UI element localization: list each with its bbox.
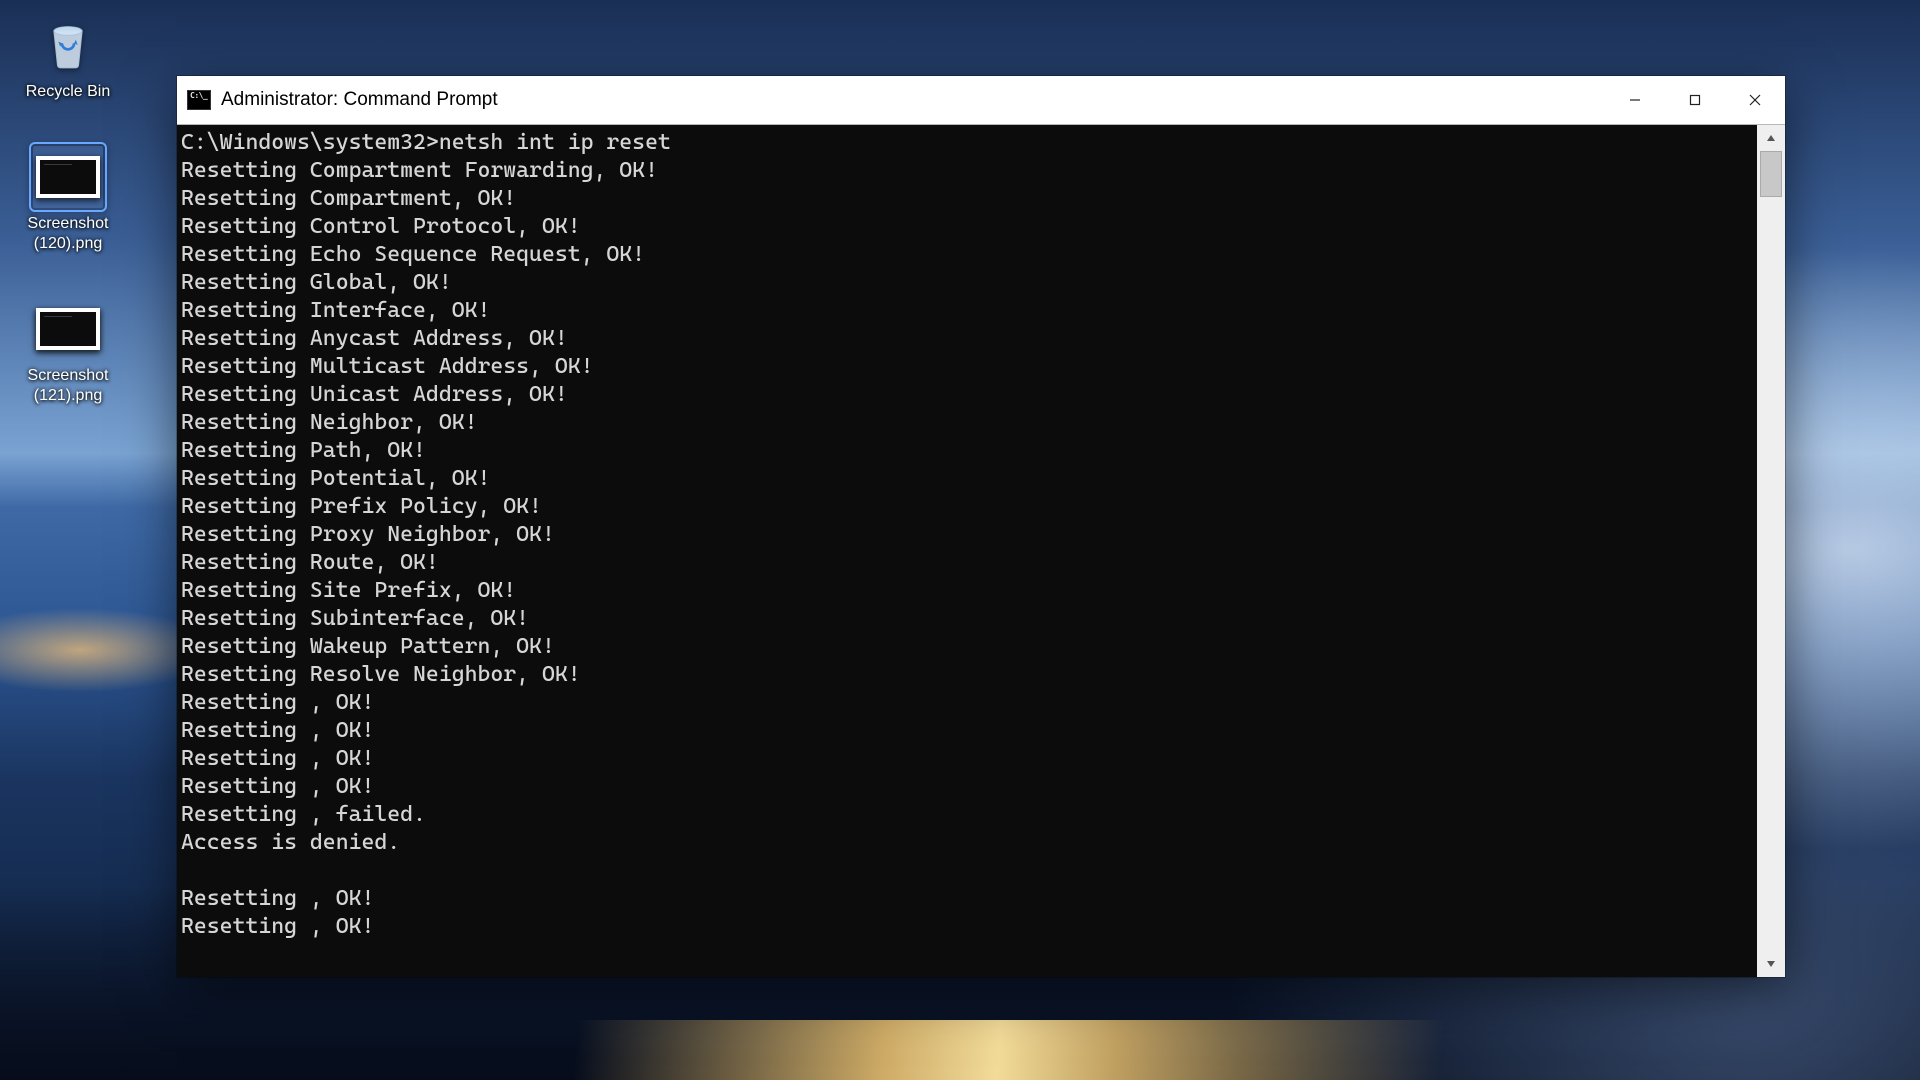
command-prompt-window[interactable]: Administrator: Command Prompt C:\Windows… (177, 76, 1785, 977)
window-title: Administrator: Command Prompt (221, 89, 1605, 111)
console-line: Resetting Multicast Address, OK! (177, 353, 1757, 381)
console-line: Resetting , OK! (177, 717, 1757, 745)
desktop-icon-label: Screenshot (121).png (14, 366, 122, 406)
scrollbar-track[interactable] (1757, 151, 1785, 951)
desktop-icon-screenshot-120[interactable]: Screenshot (120).png (14, 140, 122, 264)
console-line: Resetting Proxy Neighbor, OK! (177, 521, 1757, 549)
cmd-app-icon (187, 90, 211, 110)
console-line: Resetting Resolve Neighbor, OK! (177, 661, 1757, 689)
desktop-icons: Recycle Bin Screenshot (120).png Screens… (14, 8, 134, 444)
console-line: Resetting Path, OK! (177, 437, 1757, 465)
console-line (177, 857, 1757, 885)
console-line: Resetting Neighbor, OK! (177, 409, 1757, 437)
window-controls (1605, 76, 1785, 124)
image-file-icon (33, 146, 103, 208)
console-line: Resetting , OK! (177, 913, 1757, 941)
recycle-bin-icon (33, 14, 103, 76)
console-line: Resetting Compartment Forwarding, OK! (177, 157, 1757, 185)
titlebar[interactable]: Administrator: Command Prompt (177, 76, 1785, 124)
console-line: Resetting Control Protocol, OK! (177, 213, 1757, 241)
console-line: Resetting , OK! (177, 885, 1757, 913)
scroll-up-arrow-icon[interactable] (1757, 125, 1785, 151)
console-line: Resetting Unicast Address, OK! (177, 381, 1757, 409)
console-line: Resetting Site Prefix, OK! (177, 577, 1757, 605)
console-line: Resetting Prefix Policy, OK! (177, 493, 1757, 521)
console-area[interactable]: C:\Windows\system32>netsh int ip resetRe… (177, 124, 1785, 977)
close-button[interactable] (1725, 76, 1785, 124)
console-line: Access is denied. (177, 829, 1757, 857)
desktop-icon-label: Recycle Bin (14, 82, 122, 102)
scroll-down-arrow-icon[interactable] (1757, 951, 1785, 977)
console-line: Resetting , OK! (177, 773, 1757, 801)
scrollbar-thumb[interactable] (1760, 151, 1782, 197)
console-line: Resetting Anycast Address, OK! (177, 325, 1757, 353)
console-line: Resetting Potential, OK! (177, 465, 1757, 493)
console-line: Resetting Echo Sequence Request, OK! (177, 241, 1757, 269)
console-line: Resetting Subinterface, OK! (177, 605, 1757, 633)
console-line: Resetting Compartment, OK! (177, 185, 1757, 213)
console-line: Resetting Wakeup Pattern, OK! (177, 633, 1757, 661)
vertical-scrollbar[interactable] (1757, 125, 1785, 977)
console-line: Resetting , OK! (177, 745, 1757, 773)
desktop-icon-screenshot-121[interactable]: Screenshot (121).png (14, 292, 122, 416)
console-line: Resetting , OK! (177, 689, 1757, 717)
console-line: Resetting Interface, OK! (177, 297, 1757, 325)
image-file-icon (33, 298, 103, 360)
desktop-icon-label: Screenshot (120).png (14, 214, 122, 254)
desktop-icon-recycle-bin[interactable]: Recycle Bin (14, 8, 122, 112)
console-line: Resetting Global, OK! (177, 269, 1757, 297)
prompt-line: C:\Windows\system32>netsh int ip reset (177, 129, 1757, 157)
console-output[interactable]: C:\Windows\system32>netsh int ip resetRe… (177, 125, 1757, 977)
maximize-button[interactable] (1665, 76, 1725, 124)
console-line: Resetting , failed. (177, 801, 1757, 829)
console-line: Resetting Route, OK! (177, 549, 1757, 577)
minimize-button[interactable] (1605, 76, 1665, 124)
